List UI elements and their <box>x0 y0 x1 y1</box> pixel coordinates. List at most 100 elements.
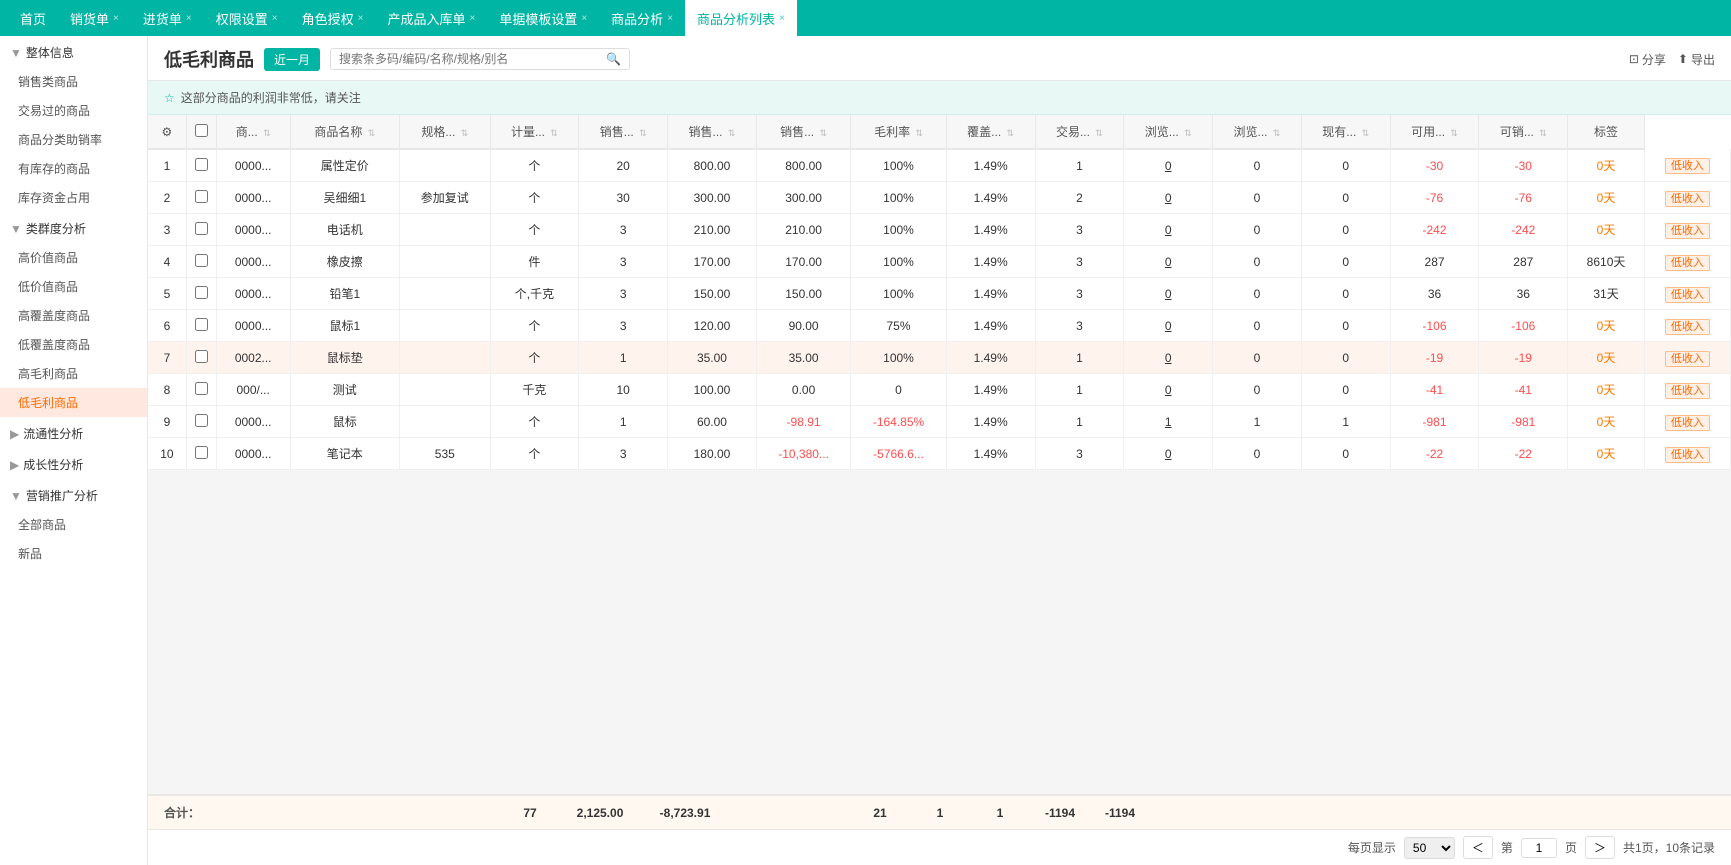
cell-gross: 1.49% <box>946 214 1035 246</box>
row-checkbox[interactable] <box>195 382 208 395</box>
sidebar-section-growth[interactable]: ▶ 成长性分析 <box>0 448 147 479</box>
page-size-select[interactable]: 50 20 100 <box>1404 837 1455 859</box>
close-icon[interactable]: × <box>186 13 192 24</box>
nav-home[interactable]: 首页 <box>8 0 58 36</box>
sidebar-item-capital-usage[interactable]: 库存资金占用 <box>0 183 147 212</box>
sidebar-item-low-value[interactable]: 低价值商品 <box>0 272 147 301</box>
cell-checkbox[interactable] <box>186 374 216 406</box>
cell-checkbox[interactable] <box>186 214 216 246</box>
nav-product-analysis-list[interactable]: 商品分析列表 × <box>685 0 797 36</box>
content-header: 低毛利商品 近一月 🔍 ⊡ 分享 ⬆ 导出 <box>148 36 1731 81</box>
row-checkbox[interactable] <box>195 254 208 267</box>
cell-trade[interactable]: 0 <box>1124 278 1213 310</box>
sidebar-item-low-profit[interactable]: 低毛利商品 <box>0 388 147 417</box>
close-icon[interactable]: × <box>272 13 278 24</box>
cell-checkbox[interactable] <box>186 278 216 310</box>
row-checkbox[interactable] <box>195 318 208 331</box>
cell-browse2: 0 <box>1301 246 1390 278</box>
cell-checkbox[interactable] <box>186 310 216 342</box>
sidebar-item-low-coverage[interactable]: 低覆盖度商品 <box>0 330 147 359</box>
row-checkbox[interactable] <box>195 350 208 363</box>
nav-purchase-order[interactable]: 进货单 × <box>131 0 204 36</box>
cell-num: 1 <box>148 149 186 182</box>
close-icon[interactable]: × <box>667 13 673 24</box>
nav-product-inbound[interactable]: 产成品入库单 × <box>375 0 487 36</box>
th-unit: 计量... ⇅ <box>490 115 579 149</box>
cell-sales: 90.00 <box>756 310 850 342</box>
sidebar-item-traded-goods[interactable]: 交易过的商品 <box>0 96 147 125</box>
cell-name: 笔记本 <box>290 438 400 470</box>
tag-badge: 低收入 <box>1665 351 1710 367</box>
th-settings[interactable]: ⚙ <box>148 115 186 149</box>
cell-days: 31天 <box>1568 278 1645 310</box>
row-checkbox[interactable] <box>195 190 208 203</box>
row-checkbox[interactable] <box>195 286 208 299</box>
cell-name: 吴细细1 <box>290 182 400 214</box>
cell-sales: 170.00 <box>756 246 850 278</box>
cell-checkbox[interactable] <box>186 342 216 374</box>
cell-checkbox[interactable] <box>186 406 216 438</box>
cell-trade[interactable]: 0 <box>1124 310 1213 342</box>
cell-trade[interactable]: 0 <box>1124 214 1213 246</box>
cell-checkbox[interactable] <box>186 182 216 214</box>
page-number-input[interactable] <box>1521 838 1557 858</box>
cell-tag: 低收入 <box>1644 406 1730 438</box>
cell-gross: 1.49% <box>946 278 1035 310</box>
nav-permission-settings[interactable]: 权限设置 × <box>204 0 290 36</box>
search-box: 🔍 <box>330 48 630 70</box>
nav-role-auth[interactable]: 角色授权 × <box>290 0 376 36</box>
cell-checkbox[interactable] <box>186 149 216 182</box>
close-icon[interactable]: × <box>469 13 475 24</box>
row-checkbox[interactable] <box>195 446 208 459</box>
sidebar-section-overall[interactable]: ▼ 整体信息 <box>0 36 147 67</box>
sidebar-item-high-profit[interactable]: 高毛利商品 <box>0 359 147 388</box>
close-icon[interactable]: × <box>113 13 119 24</box>
sidebar-item-sales-goods[interactable]: 销售类商品 <box>0 67 147 96</box>
row-checkbox[interactable] <box>195 222 208 235</box>
cell-trade[interactable]: 0 <box>1124 182 1213 214</box>
cell-trade[interactable]: 0 <box>1124 246 1213 278</box>
cell-tag: 低收入 <box>1644 149 1730 182</box>
cell-browse1: 0 <box>1213 214 1302 246</box>
select-all-checkbox[interactable] <box>195 124 208 137</box>
cell-checkbox[interactable] <box>186 438 216 470</box>
export-button[interactable]: ⬆ 导出 <box>1678 51 1715 68</box>
cell-stock: -19 <box>1390 342 1479 374</box>
next-page-button[interactable]: ＞ <box>1585 836 1615 859</box>
total-empty2 <box>280 806 360 820</box>
cell-avail: -76 <box>1479 182 1568 214</box>
close-icon[interactable]: × <box>358 13 364 24</box>
nav-product-analysis[interactable]: 商品分析 × <box>599 0 685 36</box>
sidebar-item-in-stock[interactable]: 有库存的商品 <box>0 154 147 183</box>
cell-trade[interactable]: 0 <box>1124 374 1213 406</box>
nav-template-settings[interactable]: 单据模板设置 × <box>487 0 599 36</box>
cell-trade[interactable]: 0 <box>1124 342 1213 374</box>
cell-trade[interactable]: 0 <box>1124 438 1213 470</box>
sidebar-item-new-goods[interactable]: 新品 <box>0 539 147 568</box>
sidebar-section-circulation[interactable]: ▶ 流通性分析 <box>0 417 147 448</box>
close-icon[interactable]: × <box>581 13 587 24</box>
search-icon[interactable]: 🔍 <box>606 52 621 66</box>
nav-sales-order[interactable]: 销货单 × <box>58 0 131 36</box>
table-row: 1 0000... 属性定价 个 20 800.00 800.00 100% 1… <box>148 149 1731 182</box>
cell-profit: 100% <box>851 214 946 246</box>
prev-page-button[interactable]: ＜ <box>1463 836 1493 859</box>
sidebar-item-high-coverage[interactable]: 高覆盖度商品 <box>0 301 147 330</box>
sidebar-item-all-goods[interactable]: 全部商品 <box>0 510 147 539</box>
sidebar-item-category-sales-rate[interactable]: 商品分类助销率 <box>0 125 147 154</box>
cell-unit: 个 <box>490 214 579 246</box>
sidebar-section-cluster[interactable]: ▼ 类群度分析 <box>0 212 147 243</box>
cell-trade[interactable]: 0 <box>1124 149 1213 182</box>
search-input[interactable] <box>339 52 602 66</box>
cell-code: 0002... <box>216 342 290 374</box>
cell-stock: -41 <box>1390 374 1479 406</box>
share-button[interactable]: ⊡ 分享 <box>1629 51 1666 68</box>
close-icon[interactable]: × <box>779 13 785 24</box>
row-checkbox[interactable] <box>195 414 208 427</box>
sidebar-item-high-value[interactable]: 高价值商品 <box>0 243 147 272</box>
cell-trade[interactable]: 1 <box>1124 406 1213 438</box>
cell-checkbox[interactable] <box>186 246 216 278</box>
row-checkbox[interactable] <box>195 158 208 171</box>
sidebar-section-marketing[interactable]: ▼ 营销推广分析 <box>0 479 147 510</box>
time-filter-button[interactable]: 近一月 <box>264 48 320 71</box>
